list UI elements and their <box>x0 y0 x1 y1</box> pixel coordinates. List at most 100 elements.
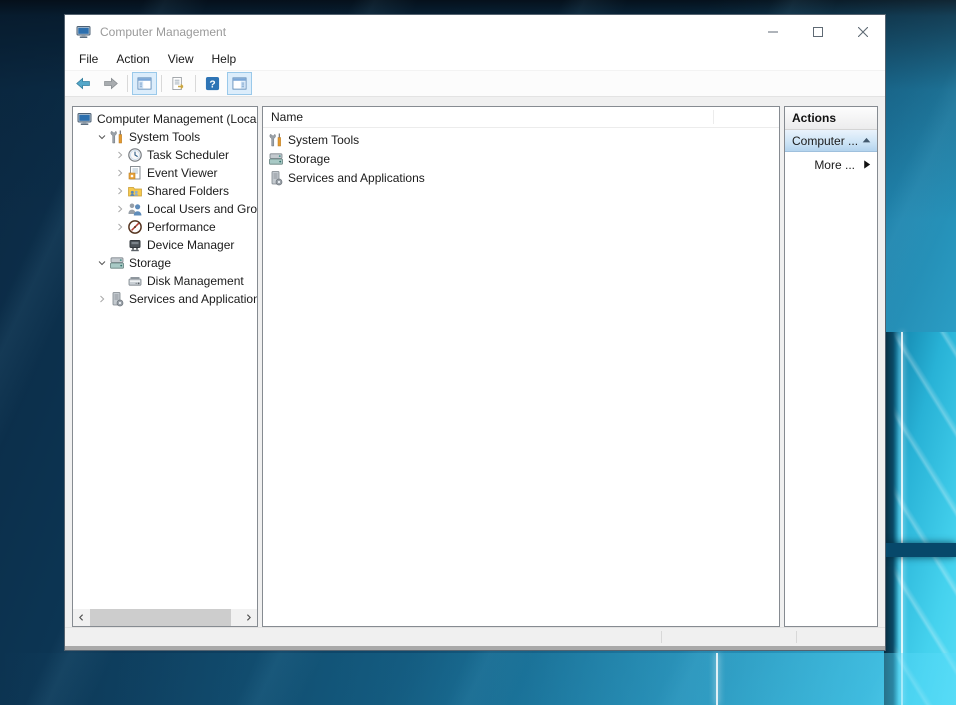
window-resize-edge[interactable] <box>65 646 885 650</box>
close-icon <box>858 27 868 37</box>
action-pane-icon <box>231 76 248 91</box>
list-item-storage[interactable]: Storage <box>263 149 779 168</box>
help-button[interactable]: ? <box>200 72 225 95</box>
back-button[interactable] <box>71 72 96 95</box>
status-bar <box>65 627 885 646</box>
maximize-icon <box>813 27 823 37</box>
tools-icon <box>268 132 284 148</box>
chevron-spacer <box>113 274 127 288</box>
tree-item-label: Device Manager <box>147 238 234 252</box>
chevron-right-icon[interactable] <box>113 220 127 234</box>
status-bar-separator <box>796 631 797 643</box>
console-tree-pane: Computer Management (Local System Tools Ta… <box>72 106 258 627</box>
tree-item-local-users-and-groups[interactable]: Local Users and Groups <box>73 200 257 218</box>
event-viewer-icon <box>127 165 143 181</box>
chevron-spacer <box>113 238 127 252</box>
minimize-icon <box>768 27 778 37</box>
maximize-button[interactable] <box>795 15 840 48</box>
show-action-pane-button[interactable] <box>227 72 252 95</box>
tree-item-label: Performance <box>147 220 216 234</box>
services-icon <box>268 170 284 186</box>
more-actions-label: More ... <box>814 158 855 172</box>
back-arrow-icon <box>75 76 92 91</box>
column-separator[interactable] <box>713 110 714 124</box>
list-item-services-and-applications[interactable]: Services and Applications <box>263 168 779 187</box>
name-column-header[interactable]: Name <box>263 107 779 128</box>
tree-item-label: Local Users and Groups <box>147 202 257 216</box>
close-button[interactable] <box>840 15 885 48</box>
storage-icon <box>268 151 284 167</box>
wallpaper-bottom-line <box>716 653 718 705</box>
results-list: System Tools Storage Services and Applicat… <box>263 128 779 187</box>
export-list-button[interactable] <box>166 72 191 95</box>
tree-item-performance[interactable]: Performance <box>73 218 257 236</box>
toolbar-separator <box>195 75 196 92</box>
shared-folders-icon <box>127 183 143 199</box>
chevron-right-icon[interactable] <box>113 184 127 198</box>
collapse-group-icon[interactable] <box>861 135 872 146</box>
tree-item-label: System Tools <box>129 130 200 144</box>
tree-item-storage[interactable]: Storage <box>73 254 257 272</box>
device-manager-icon <box>127 237 143 253</box>
tree-item-services-and-applications[interactable]: Services and Applications <box>73 290 257 308</box>
svg-text:?: ? <box>209 79 215 90</box>
minimize-button[interactable] <box>750 15 795 48</box>
forward-button[interactable] <box>98 72 123 95</box>
window-title: Computer Management <box>100 25 226 39</box>
title-bar[interactable]: Computer Management <box>65 15 885 48</box>
storage-icon <box>109 255 125 271</box>
scroll-right-arrow-icon[interactable] <box>240 609 257 626</box>
actions-group-label: Computer ... <box>792 134 861 148</box>
wallpaper-dark-bar <box>884 332 899 705</box>
tree-item-system-tools[interactable]: System Tools <box>73 128 257 146</box>
tree-item-shared-folders[interactable]: Shared Folders <box>73 182 257 200</box>
more-actions-arrow-icon <box>861 159 872 170</box>
name-column-label: Name <box>271 110 303 124</box>
chevron-right-icon[interactable] <box>113 148 127 162</box>
help-icon: ? <box>204 76 221 91</box>
window-controls <box>750 15 885 48</box>
wallpaper-cross-bar <box>878 543 956 557</box>
tree-item-disk-management[interactable]: Disk Management <box>73 272 257 290</box>
computer-icon <box>76 24 92 40</box>
tree-item-label: Storage <box>129 256 171 270</box>
chevron-right-icon[interactable] <box>113 166 127 180</box>
toolbar-separator <box>127 75 128 92</box>
menu-help[interactable]: Help <box>203 49 246 69</box>
tree-item-event-viewer[interactable]: Event Viewer <box>73 164 257 182</box>
list-item-label: System Tools <box>288 133 359 147</box>
actions-more-item[interactable]: More ... <box>785 152 877 177</box>
chevron-right-icon[interactable] <box>95 292 109 306</box>
tree-item-label: Task Scheduler <box>147 148 229 162</box>
users-icon <box>127 201 143 217</box>
console-tree-icon <box>136 76 153 91</box>
tree-item-computer-management-local[interactable]: Computer Management (Local <box>73 110 257 128</box>
actions-title-label: Actions <box>792 111 836 125</box>
actions-group-computer[interactable]: Computer ... <box>785 130 877 152</box>
list-item-label: Storage <box>288 152 330 166</box>
wallpaper-white-line <box>901 332 903 705</box>
tree-item-label: Computer Management (Local <box>97 112 257 126</box>
menu-bar: FileActionViewHelp <box>65 48 885 70</box>
scroll-left-arrow-icon[interactable] <box>73 609 90 626</box>
menu-file[interactable]: File <box>70 49 107 69</box>
results-list-pane: Name System Tools Storage Services and App… <box>262 106 780 627</box>
chevron-down-icon[interactable] <box>95 256 109 270</box>
scrollbar-thumb[interactable] <box>90 609 231 626</box>
status-bar-separator <box>661 631 662 643</box>
menu-action[interactable]: Action <box>107 49 158 69</box>
chevron-right-icon[interactable] <box>113 202 127 216</box>
menu-view[interactable]: View <box>159 49 203 69</box>
tree-item-label: Disk Management <box>147 274 244 288</box>
actions-pane: Actions Computer ... More ... <box>784 106 878 627</box>
tree-horizontal-scrollbar[interactable] <box>73 609 257 626</box>
show-console-tree-button[interactable] <box>132 72 157 95</box>
chevron-down-icon[interactable] <box>95 130 109 144</box>
export-list-icon <box>170 76 187 91</box>
list-item-system-tools[interactable]: System Tools <box>263 130 779 149</box>
tree-item-task-scheduler[interactable]: Task Scheduler <box>73 146 257 164</box>
forward-arrow-icon <box>102 76 119 91</box>
actions-pane-title: Actions <box>785 107 877 130</box>
tree-item-device-manager[interactable]: Device Manager <box>73 236 257 254</box>
computer-icon <box>77 111 93 127</box>
